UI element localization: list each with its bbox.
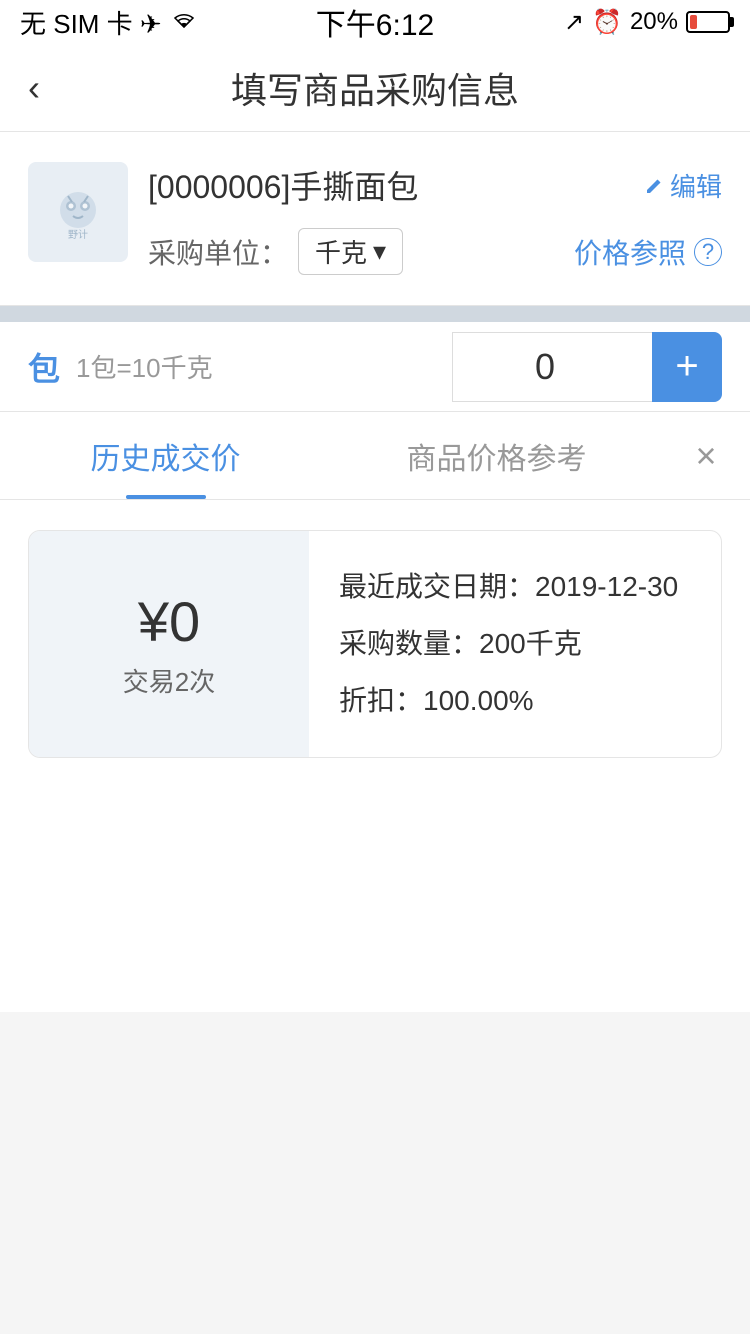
status-bar: 无 SIM 卡 ✈ 下午6:12 ↗ ⏰ 20% [0,0,750,44]
quantity-row: 包 1包=10千克 + [0,322,750,412]
price-transactions: 交易2次 [123,662,215,699]
unit-select[interactable]: 千克 ▾ [298,228,403,275]
quantity-detail-value: 200千克 [479,628,582,659]
close-icon: × [695,435,716,477]
status-time: 下午6:12 [316,0,434,44]
quantity-unit-info: 包 1包=10千克 [28,344,213,390]
back-icon: ‹ [28,67,40,108]
tab-close-button[interactable]: × [662,412,750,500]
unit-conversion: 1包=10千克 [76,348,213,385]
dropdown-icon: ▾ [373,236,386,267]
page-title: 填写商品采购信息 [231,62,519,114]
quantity-plus-button[interactable]: + [652,332,722,402]
main-content: 历史成交价 商品价格参考 × ¥0 交易2次 最近成交日期：2019-12-30… [0,412,750,1012]
tab-bar: 历史成交价 商品价格参考 × [0,412,750,500]
quantity-input[interactable] [452,332,652,402]
wifi-icon [170,7,198,38]
tab-history-price-label: 历史成交价 [91,434,241,478]
price-ref-button[interactable]: 价格参照 ? [574,232,722,272]
status-left: 无 SIM 卡 ✈ [20,4,198,41]
product-image: 野计 [28,162,128,262]
unit-label: 采购单位： 千克 ▾ [148,228,403,275]
discount-label: 折扣： [339,685,423,716]
product-card: 野计 [0000006]手撕面包 编辑 采购单位： 千克 ▾ 价格参照 ? [0,132,750,306]
product-info: [0000006]手撕面包 编辑 采购单位： 千克 ▾ 价格参照 ? [148,162,722,275]
section-divider [0,306,750,322]
price-card: ¥0 交易2次 最近成交日期：2019-12-30 采购数量：200千克 折扣：… [28,530,722,758]
recent-date-row: 最近成交日期：2019-12-30 [339,567,691,606]
recent-date-label: 最近成交日期： [339,571,535,602]
edit-button[interactable]: 编辑 [644,167,722,204]
tab-product-price-ref-label: 商品价格参考 [407,434,587,478]
product-name: [0000006]手撕面包 [148,162,418,208]
battery-icon [686,11,730,33]
status-right: ↗ ⏰ 20% [564,8,730,37]
svg-text:野计: 野计 [68,228,88,241]
product-name-row: [0000006]手撕面包 编辑 [148,162,722,208]
price-history-content: ¥0 交易2次 最近成交日期：2019-12-30 采购数量：200千克 折扣：… [0,500,750,788]
price-summary: ¥0 交易2次 [29,531,309,757]
alarm-icon: ⏰ [592,8,622,37]
quantity-unit-icon: 包 [28,344,60,390]
quantity-row-detail: 采购数量：200千克 [339,624,691,663]
recent-date-value: 2019-12-30 [535,571,678,602]
tab-product-price-ref[interactable]: 商品价格参考 [331,412,662,499]
location-icon: ↗ [564,8,584,37]
discount-row: 折扣：100.00% [339,681,691,720]
price-details: 最近成交日期：2019-12-30 采购数量：200千克 折扣：100.00% [309,531,721,757]
back-button[interactable]: ‹ [28,67,40,109]
product-unit-row: 采购单位： 千克 ▾ 价格参照 ? [148,228,722,275]
nav-bar: ‹ 填写商品采购信息 [0,44,750,132]
tab-underline [126,495,206,499]
help-icon: ? [694,238,722,266]
tab-history-price[interactable]: 历史成交价 [0,412,331,499]
quantity-input-area: + [452,332,722,402]
price-amount: ¥0 [138,589,200,654]
discount-value: 100.00% [423,685,534,716]
battery-percent: 20% [630,8,678,36]
quantity-label: 采购数量： [339,628,479,659]
sim-status: 无 SIM 卡 ✈ [20,4,162,41]
